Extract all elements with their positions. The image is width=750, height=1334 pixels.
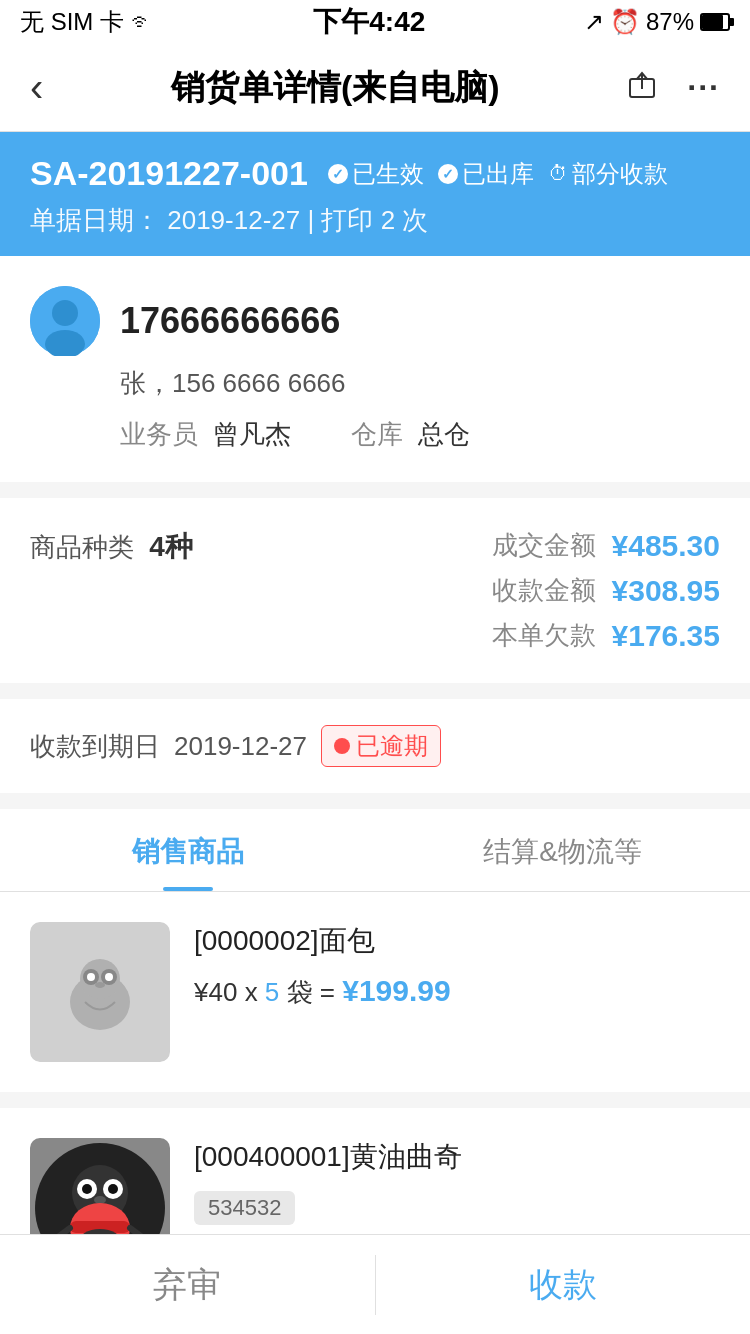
customer-section: 17666666666 张，156 6666 6666 业务员 曾凡杰 仓库 总… [0, 256, 750, 482]
status-tag-effective: ✓ 已生效 [328, 158, 424, 190]
status-tag-partial: ⏱ 部分收款 [548, 158, 668, 190]
product-types-value: 4种 [149, 531, 193, 562]
received-amount-label: 收款金额 [492, 573, 596, 608]
bread-multiply: x [245, 977, 265, 1007]
status-bar: 无 SIM 卡 ᯤ 下午4:42 ↗ ⏰ 87% [0, 0, 750, 44]
svg-point-10 [105, 973, 113, 981]
effective-label: 已生效 [352, 158, 424, 190]
product-types-label: 商品种类 [30, 532, 134, 562]
stats-section: 商品种类 4种 成交金额 ¥485.30 收款金额 ¥308.95 本单欠款 ¥… [0, 498, 750, 683]
back-button[interactable]: ‹ [30, 65, 43, 110]
stats-right: 成交金额 ¥485.30 收款金额 ¥308.95 本单欠款 ¥176.35 [492, 528, 720, 653]
tabs-container: 销售商品 结算&物流等 [0, 809, 750, 892]
product-types-row: 商品种类 4种 [30, 528, 193, 566]
product-name-cookie: [000400001]黄油曲奇 [194, 1138, 720, 1176]
tab-settlement-logistics[interactable]: 结算&物流等 [375, 809, 750, 891]
shipped-label: 已出库 [462, 158, 534, 190]
bread-quantity: 5 [265, 977, 279, 1007]
salesperson-value: 曾凡杰 [213, 419, 291, 449]
order-id: SA-20191227-001 [30, 154, 308, 193]
deal-amount-label: 成交金额 [492, 528, 596, 563]
product-name-bread: [0000002]面包 [194, 922, 720, 960]
date-label: 单据日期： [30, 205, 160, 235]
owed-amount-label: 本单欠款 [492, 618, 596, 653]
battery-icon [700, 13, 730, 31]
status-tag-shipped: ✓ 已出库 [438, 158, 534, 190]
due-date-section: 收款到期日 2019-12-27 已逾期 [0, 699, 750, 793]
order-header: SA-20191227-001 ✓ 已生效 ✓ 已出库 ⏱ 部分收款 单据日期：… [0, 132, 750, 256]
collect-payment-label: 收款 [529, 1262, 597, 1308]
salesperson-label: 业务员 [120, 419, 198, 449]
status-left: 无 SIM 卡 ᯤ [20, 6, 155, 38]
overdue-label: 已逾期 [356, 730, 428, 762]
owed-amount-value: ¥176.35 [612, 619, 720, 653]
svg-point-16 [82, 1184, 92, 1194]
share-icon[interactable] [627, 69, 657, 106]
abandon-review-button[interactable]: 弃审 [0, 1235, 375, 1334]
status-right: ↗ ⏰ 87% [584, 8, 730, 36]
salesperson-field: 业务员 曾凡杰 [120, 417, 291, 452]
partial-icon: ⏱ [548, 162, 568, 185]
tab-sales-products[interactable]: 销售商品 [0, 809, 375, 891]
svg-point-18 [94, 1196, 106, 1204]
received-amount-value: ¥308.95 [612, 574, 720, 608]
product-image-bread [30, 922, 170, 1062]
received-amount-row: 收款金额 ¥308.95 [492, 573, 720, 608]
product-item: [0000002]面包 ¥40 x 5 袋 = ¥199.99 [0, 892, 750, 1092]
bread-price: ¥40 [194, 977, 237, 1007]
nav-actions: ··· [627, 69, 720, 106]
nav-bar: ‹ 销货单详情(来自电脑) ··· [0, 44, 750, 132]
customer-meta: 业务员 曾凡杰 仓库 总仓 [120, 417, 720, 452]
customer-header-row: 17666666666 [30, 286, 720, 356]
partial-label: 部分收款 [572, 158, 668, 190]
product-price-bread: ¥40 x 5 袋 = ¥199.99 [194, 974, 720, 1010]
bread-unit: 袋 [287, 977, 313, 1007]
svg-point-9 [87, 973, 95, 981]
deal-amount-value: ¥485.30 [612, 529, 720, 563]
shipped-icon: ✓ [438, 164, 458, 184]
bottom-bar: 弃审 收款 [0, 1234, 750, 1334]
product-info-bread: [0000002]面包 ¥40 x 5 袋 = ¥199.99 [194, 922, 720, 1010]
page-title: 销货单详情(来自电脑) [171, 65, 500, 111]
warehouse-field: 仓库 总仓 [351, 417, 470, 452]
product-tag-cookie: 534532 [194, 1191, 295, 1225]
customer-avatar [30, 286, 100, 356]
deal-amount-row: 成交金额 ¥485.30 [492, 528, 720, 563]
effective-icon: ✓ [328, 164, 348, 184]
order-status-row: SA-20191227-001 ✓ 已生效 ✓ 已出库 ⏱ 部分收款 [30, 154, 720, 193]
abandon-review-label: 弃审 [153, 1262, 221, 1308]
customer-phone: 17666666666 [120, 300, 340, 342]
alarm-icon: ⏰ [610, 8, 640, 36]
due-date-label: 收款到期日 [30, 729, 160, 764]
overdue-dot-icon [334, 738, 350, 754]
warehouse-label: 仓库 [351, 419, 403, 449]
location-icon: ↗ [584, 8, 604, 36]
overdue-badge: 已逾期 [321, 725, 441, 767]
status-time: 下午4:42 [313, 3, 425, 41]
warehouse-value: 总仓 [418, 419, 470, 449]
collect-payment-button[interactable]: 收款 [376, 1235, 751, 1334]
stats-left: 商品种类 4种 [30, 528, 193, 566]
date-value: 2019-12-27 [167, 205, 300, 235]
bread-equals: = [320, 977, 342, 1007]
print-info: | 打印 2 次 [307, 205, 428, 235]
battery-label: 87% [646, 8, 694, 36]
bread-total: ¥199.99 [342, 974, 450, 1007]
svg-point-17 [108, 1184, 118, 1194]
svg-point-11 [95, 982, 105, 988]
more-icon[interactable]: ··· [687, 69, 720, 106]
customer-subinfo: 张，156 6666 6666 [120, 366, 720, 401]
owed-amount-row: 本单欠款 ¥176.35 [492, 618, 720, 653]
svg-point-3 [52, 300, 78, 326]
order-date-row: 单据日期： 2019-12-27 | 打印 2 次 [30, 203, 720, 238]
status-tags: ✓ 已生效 ✓ 已出库 ⏱ 部分收款 [328, 158, 668, 190]
due-date-value: 2019-12-27 [174, 731, 307, 762]
no-sim-label: 无 SIM 卡 ᯤ [20, 6, 155, 38]
